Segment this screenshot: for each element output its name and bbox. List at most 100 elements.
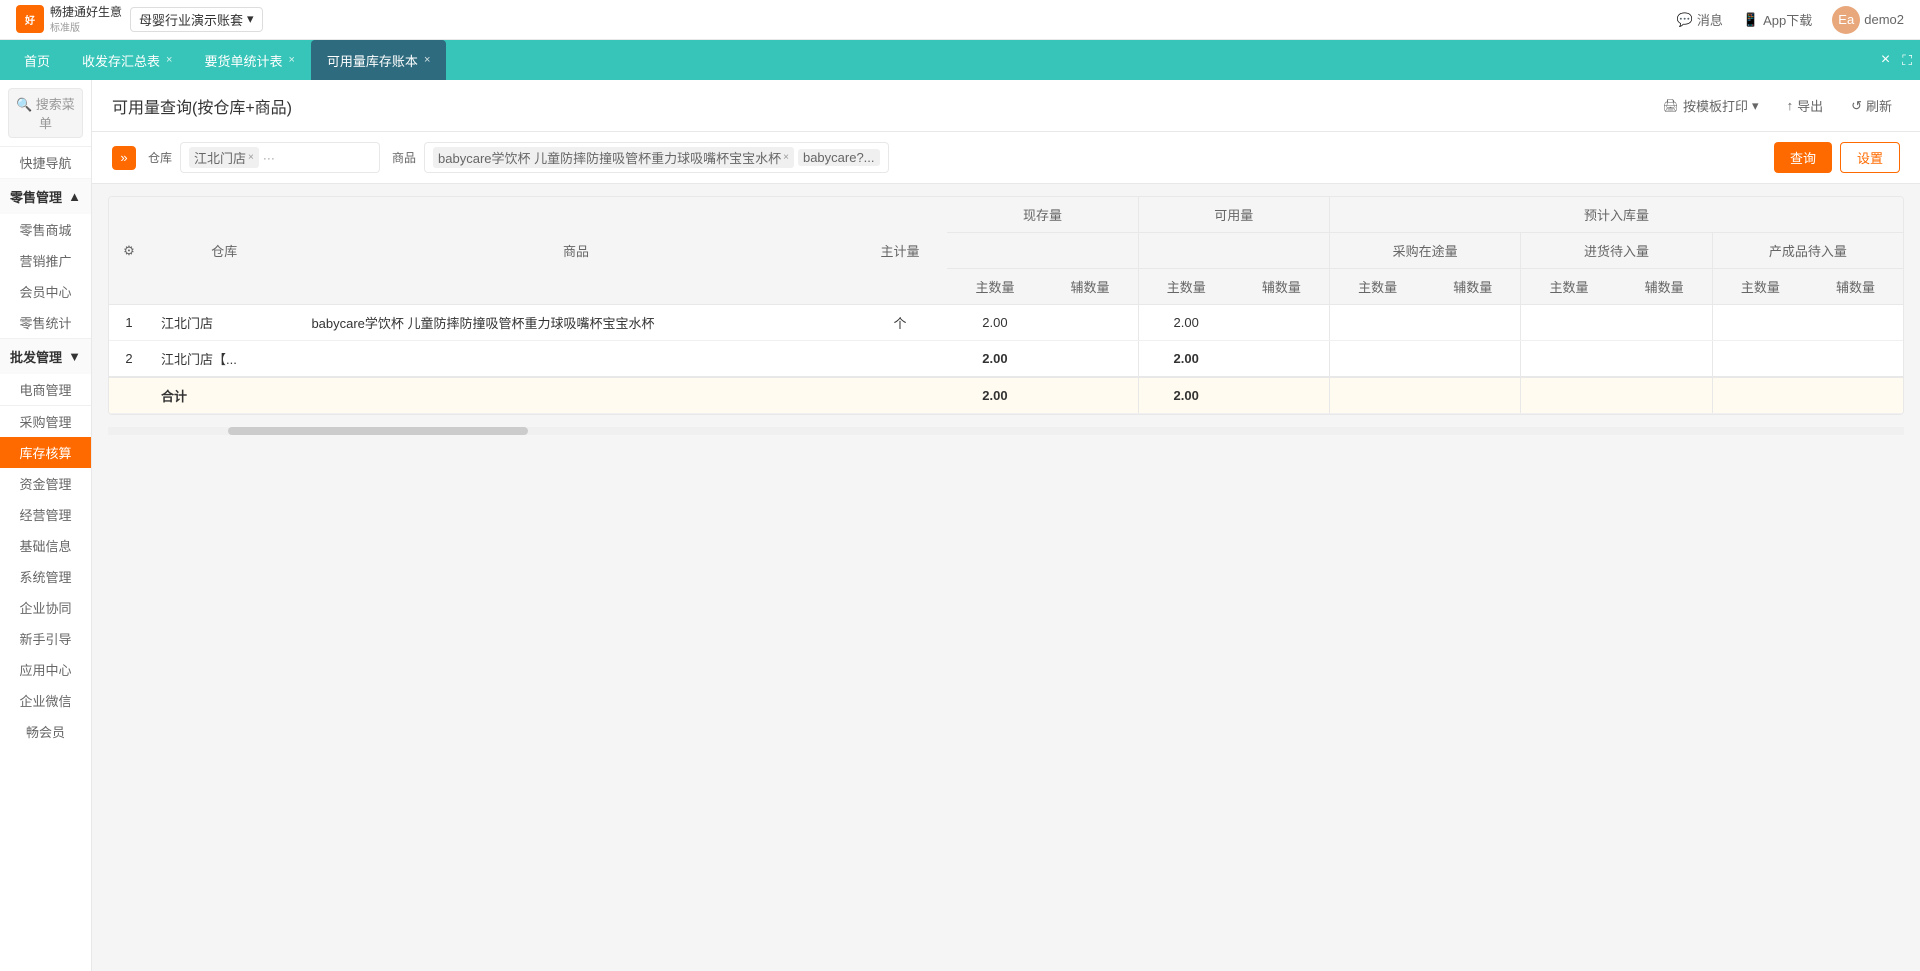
tab-receive-close[interactable]: × <box>166 54 172 66</box>
print-button[interactable]: 🖨 按模板打印 ▾ <box>1655 92 1767 119</box>
sidebar-item-retail-stats[interactable]: 零售统计 <box>0 307 91 338</box>
tab-order-stats[interactable]: 要货单统计表 × <box>188 40 310 80</box>
col-pur-sub: 采购在途量 <box>1329 233 1520 269</box>
main-layout: 🔍 搜索菜单 快捷导航 零售管理 ▲ 零售商城 营销推广 会员中心 零售统计 <box>0 80 1920 971</box>
row1-avail-aux <box>1234 305 1330 341</box>
sidebar-section-retail-header[interactable]: 零售管理 ▲ <box>0 179 91 214</box>
sidebar-item-basic-info[interactable]: 基础信息 <box>0 530 91 561</box>
sidebar-item-new-guide[interactable]: 新手引导 <box>0 623 91 654</box>
sidebar-item-enterprise-wechat[interactable]: 企业微信 <box>0 685 91 716</box>
filter-bar: » 仓库 江北门店 × ··· 商品 babycare学饮杯 儿童防摔防撞吸管杯… <box>92 132 1920 184</box>
summary-pur-main <box>1329 377 1425 414</box>
app-download-label: App下载 <box>1763 10 1812 29</box>
industry-selector[interactable]: 母婴行业演示账套 ▾ <box>130 7 263 32</box>
filter-expand-button[interactable]: » <box>112 146 136 170</box>
operations-label: 经营管理 <box>19 508 71 523</box>
product-tag-1-close[interactable]: × <box>783 152 789 163</box>
row1-pur-aux <box>1425 305 1521 341</box>
search-icon: 🔍 <box>16 97 32 112</box>
scrollbar-thumb[interactable] <box>228 427 528 435</box>
chevron-down-icon: ▼ <box>68 349 81 364</box>
sidebar-item-ecommerce[interactable]: 电商管理 <box>0 374 91 405</box>
nav-expand-button[interactable]: ⛶ <box>1902 52 1912 69</box>
sidebar-item-finance[interactable]: 资金管理 <box>0 468 91 499</box>
nav-tabs-bar: 首页 收发存汇总表 × 要货单统计表 × 可用量库存账本 × × ⛶ <box>0 40 1920 80</box>
col-current-stock-header: 现存量 <box>947 197 1138 233</box>
sidebar: 🔍 搜索菜单 快捷导航 零售管理 ▲ 零售商城 营销推广 会员中心 零售统计 <box>0 80 92 971</box>
tab-receive-summary[interactable]: 收发存汇总表 × <box>66 40 188 80</box>
user-area[interactable]: Ea demo2 <box>1832 6 1904 34</box>
logo-area: 好 畅捷通好生意 标准版 <box>16 5 122 34</box>
row1-prod-main <box>1712 305 1808 341</box>
settings-icon: ⚙ <box>123 243 135 258</box>
sidebar-item-marketing[interactable]: 营销推广 <box>0 245 91 276</box>
warehouse-filter-input[interactable]: 江北门店 × ··· <box>180 142 380 173</box>
sidebar-item-retail-mall[interactable]: 零售商城 <box>0 214 91 245</box>
wholesale-section-label: 批发管理 <box>10 347 62 366</box>
app-download-action[interactable]: 📱 App下载 <box>1743 10 1812 29</box>
system-label: 系统管理 <box>19 570 71 585</box>
warehouse-tag-text: 江北门店 <box>194 148 246 167</box>
settings-button[interactable]: 设置 <box>1840 142 1900 173</box>
query-button[interactable]: 查询 <box>1774 142 1832 173</box>
tab-available-close[interactable]: × <box>424 54 430 66</box>
message-action[interactable]: 💬 消息 <box>1677 10 1723 29</box>
product-filter-label: 商品 <box>392 149 416 166</box>
sidebar-item-app-center[interactable]: 应用中心 <box>0 654 91 685</box>
row2-pur-main <box>1329 341 1425 378</box>
industry-label: 母婴行业演示账套 <box>139 10 243 29</box>
double-arrow-icon: » <box>120 150 127 165</box>
row2-stock-aux <box>1042 341 1138 378</box>
sidebar-item-operations[interactable]: 经营管理 <box>0 499 91 530</box>
top-bar-left: 好 畅捷通好生意 标准版 母婴行业演示账套 ▾ <box>16 5 263 34</box>
filter-product-group: 商品 babycare学饮杯 儿童防摔防撞吸管杯重力球吸嘴杯宝宝水杯 × bab… <box>392 142 889 173</box>
logo-text: 畅捷通好生意 <box>50 5 122 19</box>
retail-stats-label: 零售统计 <box>19 316 71 331</box>
sidebar-item-quick-nav[interactable]: 快捷导航 <box>0 147 91 179</box>
tab-home[interactable]: 首页 <box>8 40 66 80</box>
tab-available-inventory[interactable]: 可用量库存账本 × <box>311 40 446 80</box>
sidebar-item-purchase[interactable]: 采购管理 <box>0 406 91 437</box>
product-filter-input[interactable]: babycare学饮杯 儿童防摔防撞吸管杯重力球吸嘴杯宝宝水杯 × babyca… <box>424 142 888 173</box>
print-dropdown-icon: ▾ <box>1752 98 1759 114</box>
sidebar-item-inventory[interactable]: 库存核算 <box>0 437 91 468</box>
product-tag-1-text: babycare学饮杯 儿童防摔防撞吸管杯重力球吸嘴杯宝宝水杯 <box>438 148 781 167</box>
row2-index: 2 <box>109 341 149 378</box>
sidebar-section-wholesale-header[interactable]: 批发管理 ▼ <box>0 339 91 374</box>
warehouse-tag: 江北门店 × <box>189 147 259 168</box>
sidebar-item-enterprise-collab[interactable]: 企业协同 <box>0 592 91 623</box>
filter-warehouse-group: 仓库 江北门店 × ··· <box>148 142 380 173</box>
export-button[interactable]: ↑ 导出 <box>1779 92 1832 119</box>
refresh-button[interactable]: ↺ 刷新 <box>1843 92 1900 119</box>
horizontal-scrollbar[interactable] <box>108 427 1904 435</box>
chevron-up-icon: ▲ <box>68 189 81 204</box>
export-icon: ↑ <box>1787 98 1794 113</box>
avatar-text: Ea <box>1838 12 1854 27</box>
col-prod-main: 主数量 <box>1712 269 1808 305</box>
tab-available-label: 可用量库存账本 <box>327 51 418 70</box>
row1-product: babycare学饮杯 儿童防摔防撞吸管杯重力球吸嘴杯宝宝水杯 <box>299 305 852 341</box>
nav-close-button[interactable]: × <box>1877 51 1894 69</box>
new-guide-label: 新手引导 <box>19 632 71 647</box>
top-bar-right: 💬 消息 📱 App下载 Ea demo2 <box>1677 6 1904 34</box>
page-title: 可用量查询(按仓库+商品) <box>112 94 292 118</box>
col-prod-aux: 辅数量 <box>1808 269 1903 305</box>
sidebar-section-wholesale: 批发管理 ▼ 电商管理 <box>0 339 91 406</box>
summary-in-aux <box>1617 377 1713 414</box>
sidebar-item-system[interactable]: 系统管理 <box>0 561 91 592</box>
export-label: 导出 <box>1797 96 1823 115</box>
data-table: ⚙ 仓库 商品 主计量 现存量 <box>109 197 1903 414</box>
tab-order-close[interactable]: × <box>288 54 294 66</box>
summary-settings-col <box>109 377 149 414</box>
col-prod-sub: 产成品待入量 <box>1712 233 1903 269</box>
warehouse-tag-close[interactable]: × <box>248 152 254 163</box>
col-available-header: 可用量 <box>1138 197 1329 233</box>
sidebar-item-chang-member[interactable]: 畅会员 <box>0 716 91 747</box>
warehouse-more-icon[interactable]: ··· <box>263 151 275 165</box>
product-tag-2-text: babycare?... <box>803 150 875 165</box>
col-settings[interactable]: ⚙ <box>109 197 149 305</box>
row2-in-main <box>1521 341 1617 378</box>
sidebar-item-membership[interactable]: 会员中心 <box>0 276 91 307</box>
filter-action-buttons: 查询 设置 <box>1774 142 1900 173</box>
search-menu-button[interactable]: 🔍 搜索菜单 <box>8 88 83 138</box>
